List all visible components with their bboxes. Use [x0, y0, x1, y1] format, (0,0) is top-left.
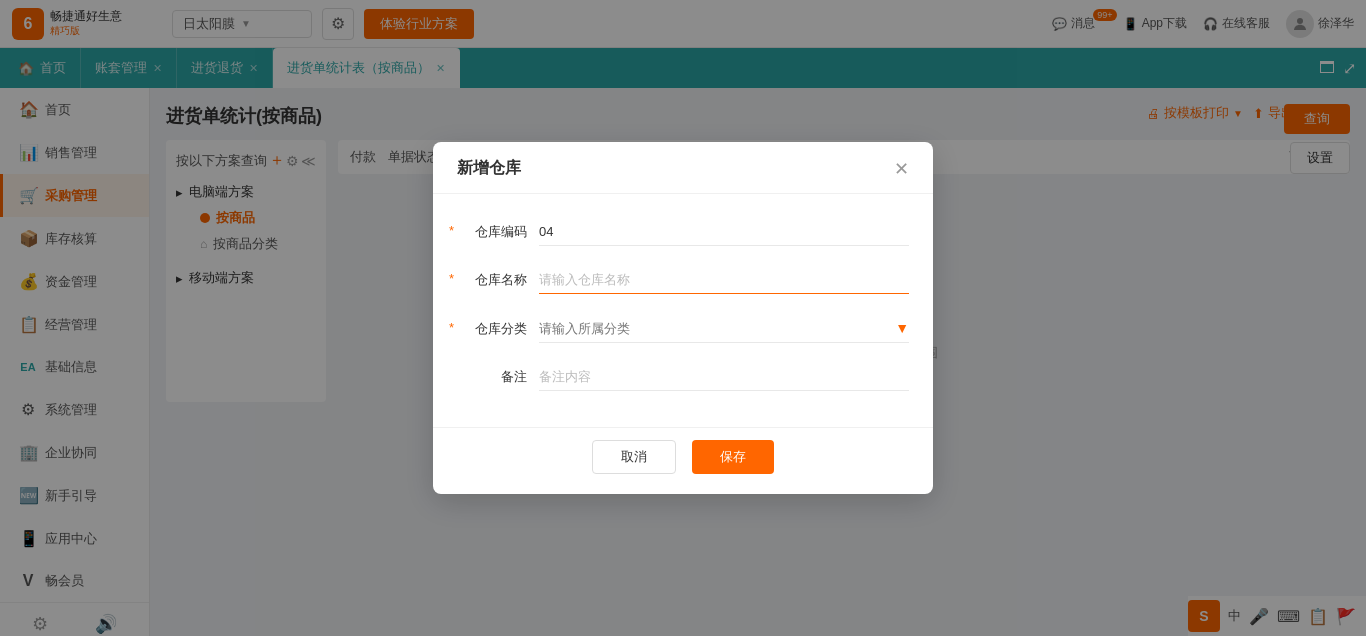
- dialog-header: 新增仓库 ✕: [433, 142, 933, 194]
- category-input[interactable]: [539, 321, 895, 336]
- note-input[interactable]: [539, 363, 909, 391]
- dialog-footer: 取消 保存: [433, 427, 933, 494]
- code-input[interactable]: [539, 218, 909, 246]
- form-row-note: 备注: [457, 363, 909, 391]
- overlay: 新增仓库 ✕ 仓库编码 仓库名称 仓库分类 ▼ 备注: [0, 0, 1366, 636]
- dialog-body: 仓库编码 仓库名称 仓库分类 ▼ 备注: [433, 194, 933, 427]
- name-label: 仓库名称: [457, 271, 527, 289]
- name-input[interactable]: [539, 266, 909, 294]
- form-row-code: 仓库编码: [457, 218, 909, 246]
- dialog-title: 新增仓库: [457, 158, 521, 179]
- code-label: 仓库编码: [457, 223, 527, 241]
- category-label: 仓库分类: [457, 320, 527, 338]
- category-select-wrapper[interactable]: ▼: [539, 314, 909, 343]
- dialog-new-warehouse: 新增仓库 ✕ 仓库编码 仓库名称 仓库分类 ▼ 备注: [433, 142, 933, 494]
- cancel-button[interactable]: 取消: [592, 440, 676, 474]
- category-dropdown-icon[interactable]: ▼: [895, 320, 909, 336]
- form-row-category: 仓库分类 ▼: [457, 314, 909, 343]
- dialog-close-icon[interactable]: ✕: [894, 160, 909, 178]
- save-button[interactable]: 保存: [692, 440, 774, 474]
- form-row-name: 仓库名称: [457, 266, 909, 294]
- note-label: 备注: [457, 368, 527, 386]
